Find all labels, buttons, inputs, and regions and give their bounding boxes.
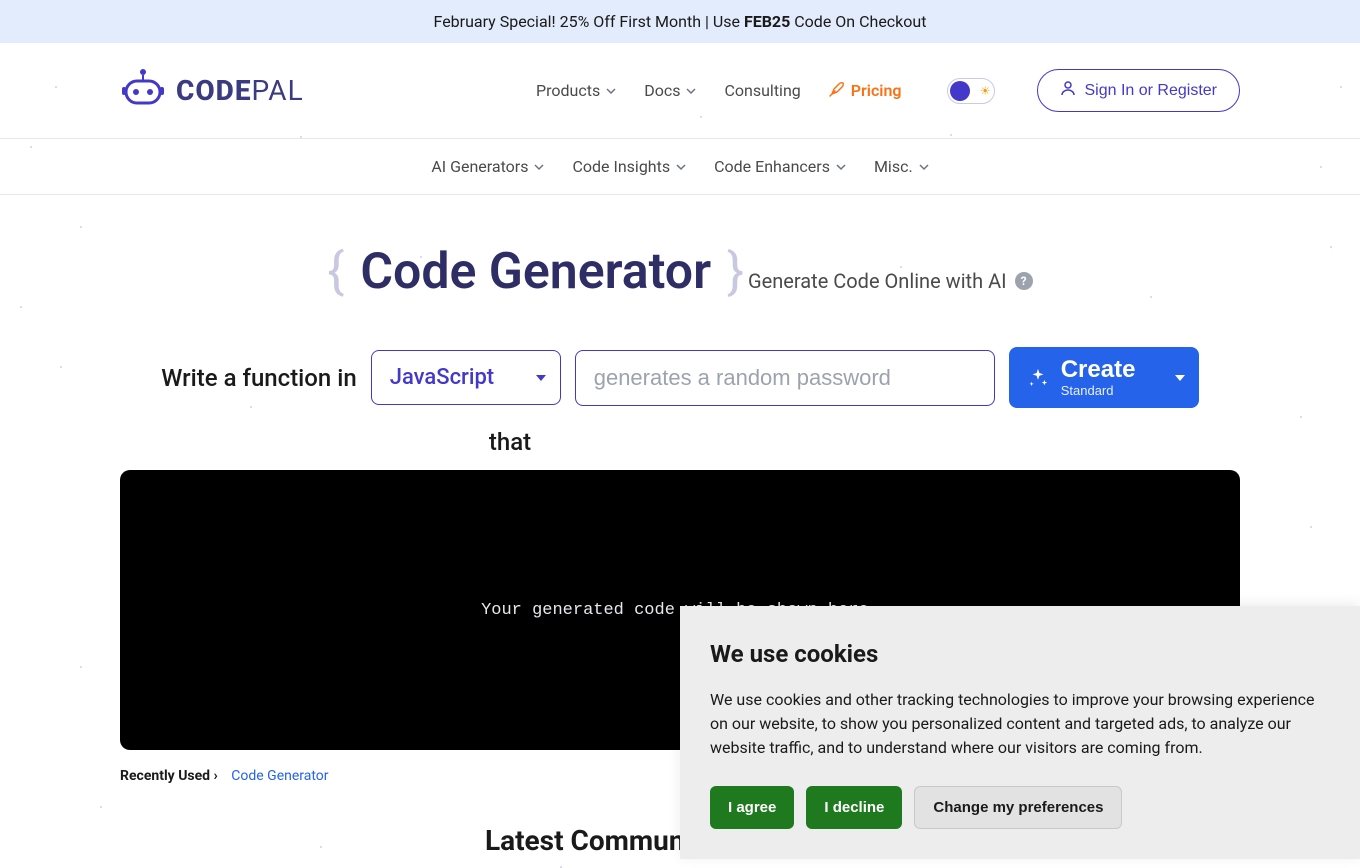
main-header: CODEPAL Products Docs Consulting Pricing… [0, 43, 1360, 138]
chevron-down-icon [686, 81, 696, 100]
brace-open-icon: { [327, 243, 344, 301]
rocket-icon [829, 81, 845, 101]
language-select[interactable]: JavaScript [371, 350, 561, 405]
brand-logo[interactable]: CODEPAL [120, 67, 304, 114]
nav-ai-generators[interactable]: AI Generators [431, 157, 544, 176]
cookie-agree-button[interactable]: I agree [710, 786, 794, 829]
sun-icon: ☀ [980, 84, 991, 98]
nav-ai-generators-label: AI Generators [431, 157, 528, 176]
nav-products-label: Products [536, 81, 600, 100]
page-subtitle: Generate Code Online with AI ? [748, 269, 1033, 293]
recently-used-label: Recently Used › [120, 768, 218, 784]
cookie-banner: We use cookies We use cookies and other … [680, 606, 1360, 859]
promo-suffix: Code On Checkout [790, 12, 926, 31]
nav-pricing-label: Pricing [851, 81, 902, 100]
primary-nav: Products Docs Consulting Pricing ☀ Sign … [536, 69, 1240, 112]
brand-code: CODE [176, 74, 252, 107]
nav-docs-label: Docs [644, 81, 680, 100]
brace-close-icon: } [727, 243, 744, 301]
language-select-value: JavaScript [390, 365, 494, 390]
nav-products[interactable]: Products [536, 81, 616, 100]
chevron-down-icon [919, 157, 929, 176]
page-title-text: Code Generator [360, 243, 711, 301]
nav-code-enhancers[interactable]: Code Enhancers [714, 157, 846, 176]
chevron-down-icon [534, 157, 544, 176]
chevron-down-icon [606, 81, 616, 100]
sparkles-icon [1027, 367, 1049, 389]
nav-code-insights-label: Code Insights [572, 157, 670, 176]
sign-in-label: Sign In or Register [1084, 82, 1217, 100]
nav-pricing[interactable]: Pricing [829, 81, 902, 101]
robot-icon [120, 67, 166, 114]
nav-consulting-label: Consulting [724, 81, 800, 100]
builder-intro-text: Write a function in [161, 364, 356, 392]
hero: { Code Generator } Generate Code Online … [0, 195, 1360, 317]
nav-docs[interactable]: Docs [644, 81, 696, 100]
nav-misc[interactable]: Misc. [874, 157, 929, 176]
promo-banner: February Special! 25% Off First Month | … [0, 0, 1360, 43]
create-button-sublabel: Standard [1061, 383, 1136, 398]
promo-code: FEB25 [744, 12, 790, 31]
description-input[interactable] [575, 350, 995, 406]
nav-misc-label: Misc. [874, 157, 913, 176]
theme-toggle[interactable]: ☀ [947, 78, 995, 104]
cookie-body: We use cookies and other tracking techno… [710, 688, 1330, 760]
cookie-preferences-button[interactable]: Change my preferences [914, 786, 1122, 829]
nav-code-enhancers-label: Code Enhancers [714, 157, 830, 176]
page-title: { Code Generator } [327, 243, 744, 301]
create-button[interactable]: Create Standard [1009, 347, 1199, 408]
recently-used-link[interactable]: Code Generator [231, 768, 328, 784]
secondary-nav: AI Generators Code Insights Code Enhance… [0, 138, 1360, 195]
nav-consulting[interactable]: Consulting [724, 81, 800, 100]
nav-code-insights[interactable]: Code Insights [572, 157, 686, 176]
page-subtitle-text: Generate Code Online with AI [748, 269, 1007, 293]
builder-that-text: that [0, 428, 1360, 456]
brand-pal: PAL [252, 74, 304, 107]
chevron-down-icon [836, 157, 846, 176]
create-button-label: Create [1061, 356, 1136, 383]
toggle-knob [950, 81, 970, 101]
sign-in-button[interactable]: Sign In or Register [1037, 69, 1240, 112]
chevron-down-icon [676, 157, 686, 176]
cookie-actions: I agree I decline Change my preferences [710, 786, 1330, 829]
code-builder-row: Write a function in JavaScript Create St… [0, 317, 1360, 418]
user-icon [1060, 80, 1076, 101]
promo-prefix: February Special! 25% Off First Month | … [434, 12, 744, 31]
cookie-decline-button[interactable]: I decline [806, 786, 902, 829]
cookie-heading: We use cookies [710, 640, 1330, 668]
help-icon[interactable]: ? [1015, 272, 1033, 290]
